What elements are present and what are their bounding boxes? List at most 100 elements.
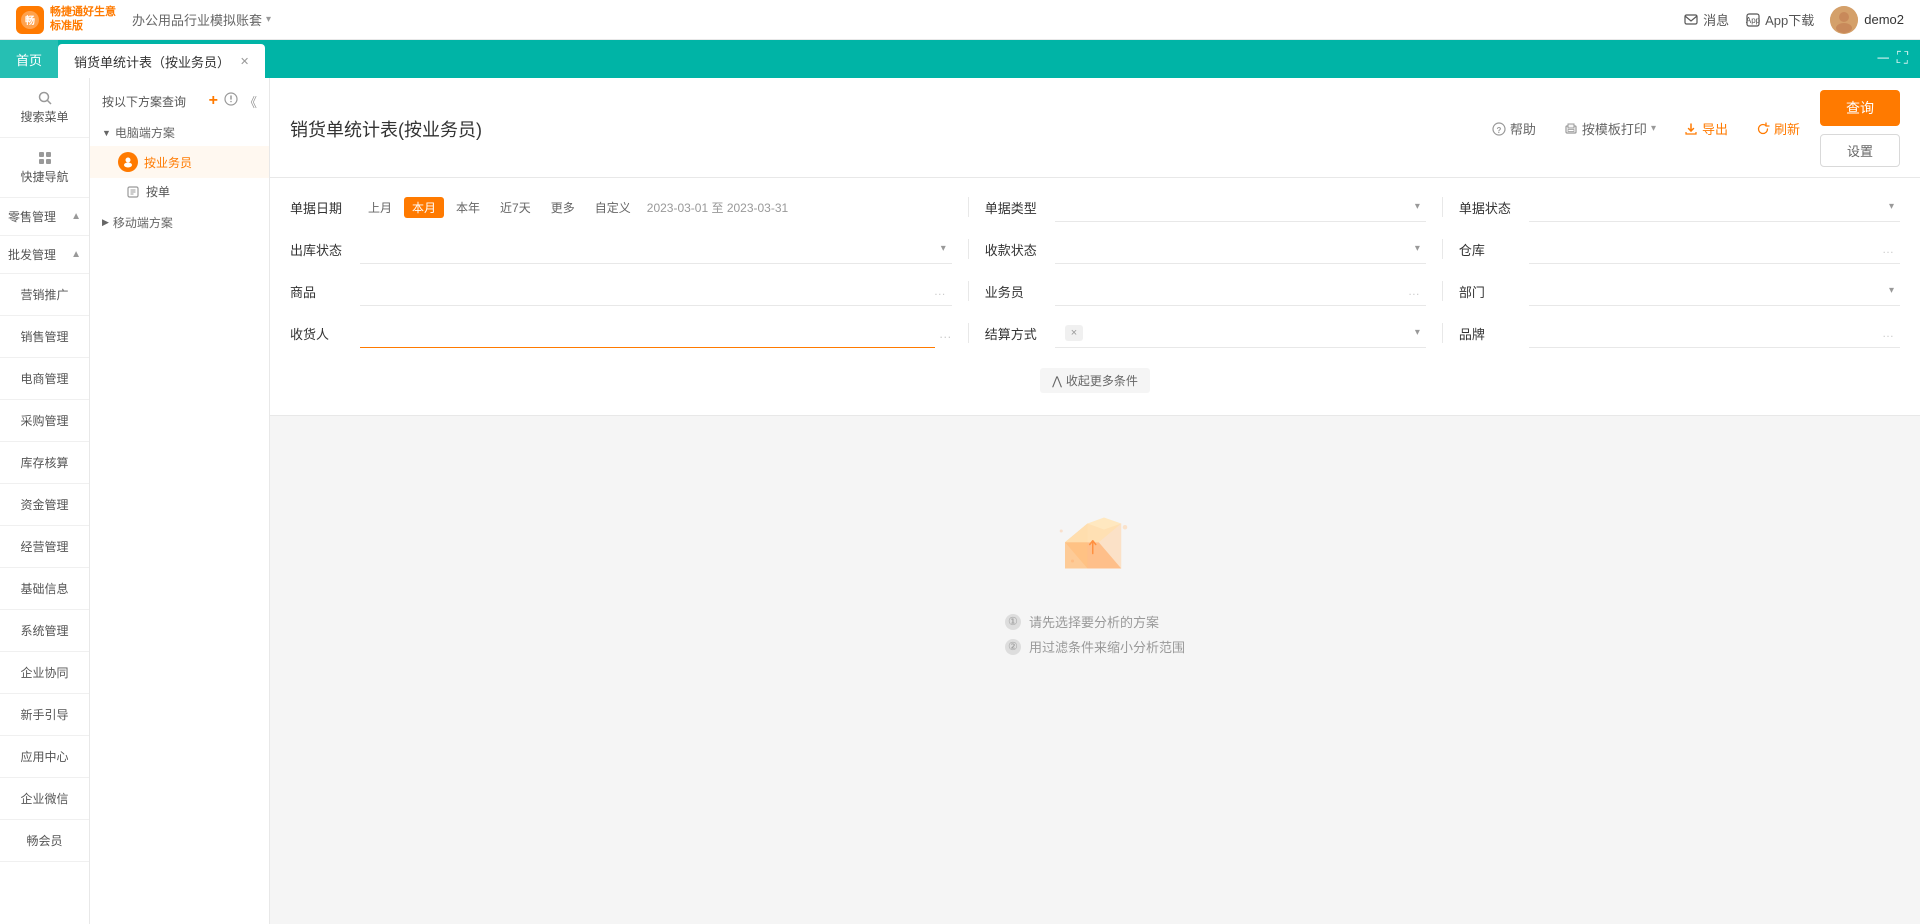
template-print-button[interactable]: 按模板打印 ▾ (1556, 115, 1664, 142)
product-filter-field: 商品 … (290, 276, 952, 306)
sidebar-item-purchase[interactable]: 采购管理 (0, 400, 89, 442)
sidebar-item-ecommerce[interactable]: 电商管理 (0, 358, 89, 400)
outbound-arrow: ▾ (941, 243, 946, 254)
date-tab-last-month[interactable]: 上月 (360, 197, 400, 218)
sidebar-item-wechat[interactable]: 企业微信 (0, 778, 89, 820)
left-panel-actions: + 《 (209, 92, 257, 111)
sidebar-item-operation[interactable]: 经营管理 (0, 526, 89, 568)
outbound-select[interactable]: ▾ (360, 234, 952, 264)
tab-sales-stat[interactable]: 销货单统计表（按业务员） ✕ (58, 44, 265, 78)
doc-type-label: 单据类型 (985, 198, 1055, 217)
product-more-icon[interactable]: … (934, 284, 946, 298)
date-tab-custom[interactable]: 自定义 (587, 197, 639, 218)
sidebar-item-sales[interactable]: 销售管理 (0, 316, 89, 358)
scheme-sub-item-by-order[interactable]: 按单 (90, 178, 269, 205)
download-icon: App (1745, 12, 1761, 28)
date-tabs: 上月 本月 本年 近7天 更多 自定义 (360, 197, 639, 218)
sidebar-item-inventory[interactable]: 库存核算 (0, 442, 89, 484)
tab-expand-button[interactable]: ⛶ (1897, 50, 1908, 68)
template-print-dropdown-arrow[interactable]: ▾ (1651, 123, 1656, 134)
brand-select[interactable]: … (1529, 318, 1900, 348)
empty-state: ① 请先选择要分析的方案 ② 用过滤条件来缩小分析范围 (270, 416, 1920, 742)
outbound-label: 出库状态 (290, 240, 360, 259)
user-menu[interactable]: demo2 (1830, 6, 1904, 34)
tab-bar: 首页 销货单统计表（按业务员） ✕ ─ ⛶ (0, 40, 1920, 78)
settlement-filter-field: 结算方式 × ▾ (985, 318, 1426, 348)
shortcut-icon (37, 150, 53, 166)
filter-divider-3 (968, 239, 969, 259)
help-button[interactable]: ? 帮助 (1484, 115, 1544, 142)
date-tab-last-7-days[interactable]: 近7天 (492, 197, 539, 218)
order-icon (126, 185, 140, 199)
sidebar-wholesale-arrow: ▲ (71, 249, 81, 260)
warehouse-more-icon[interactable]: … (1882, 242, 1894, 256)
sidebar-item-shortcut[interactable]: 快捷导航 (0, 138, 89, 198)
filter-divider-4 (1442, 239, 1443, 259)
brand-logo: 畅 畅捷通好生意 标准版 (16, 6, 116, 34)
salesperson-more-icon[interactable]: … (1408, 284, 1420, 298)
query-button[interactable]: 查询 (1820, 90, 1900, 126)
search-icon (37, 90, 53, 106)
warehouse-label: 仓库 (1459, 240, 1529, 259)
date-label: 单据日期 (290, 198, 360, 217)
payment-select[interactable]: ▾ (1055, 234, 1426, 264)
sidebar-item-retail[interactable]: 零售管理 ▲ (0, 198, 89, 236)
tab-close-icon[interactable]: ✕ (240, 55, 249, 68)
product-select[interactable]: … (360, 276, 952, 306)
payment-label: 收款状态 (985, 240, 1055, 259)
date-tab-this-year[interactable]: 本年 (448, 197, 488, 218)
app-download-button[interactable]: App App下载 (1745, 10, 1814, 29)
filter-row-3: 商品 … 业务员 … (290, 276, 1900, 306)
app-title-chevron[interactable]: ▾ (266, 14, 271, 25)
sidebar-item-wholesale[interactable]: 批发管理 ▲ (0, 236, 89, 274)
empty-text: ① 请先选择要分析的方案 ② 用过滤条件来缩小分析范围 (1005, 612, 1185, 662)
doc-status-select[interactable]: ▾ (1529, 192, 1900, 222)
tab-minimize-button[interactable]: ─ (1877, 50, 1888, 68)
sidebar-item-appcenter[interactable]: 应用中心 (0, 736, 89, 778)
sidebar-item-search[interactable]: 搜索菜单 (0, 78, 89, 138)
payment-arrow: ▾ (1415, 243, 1420, 254)
edit-scheme-button[interactable] (224, 92, 238, 111)
sidebar-item-newuser[interactable]: 新手引导 (0, 694, 89, 736)
scheme-item-by-salesperson[interactable]: 按业务员 (90, 146, 269, 178)
warehouse-select[interactable]: … (1529, 234, 1900, 264)
message-button[interactable]: 消息 (1683, 10, 1729, 29)
filter-divider-2 (1442, 197, 1443, 217)
left-panel-header: 按以下方案查询 + 《 (90, 86, 269, 117)
consignee-input[interactable] (360, 318, 935, 348)
collapse-button[interactable]: ⋀ 收起更多条件 (1040, 368, 1150, 393)
department-select[interactable]: ▾ (1529, 276, 1900, 306)
salesperson-select[interactable]: … (1055, 276, 1426, 306)
doc-type-filter-field: 单据类型 ▾ (985, 192, 1426, 222)
date-tab-this-month[interactable]: 本月 (404, 197, 444, 218)
refresh-button[interactable]: 刷新 (1748, 115, 1808, 142)
page-actions: ? 帮助 按模板打印 ▾ (1484, 90, 1900, 167)
filter-divider-1 (968, 197, 969, 217)
filter-divider-7 (968, 323, 969, 343)
sidebar-item-member[interactable]: 畅会员 (0, 820, 89, 862)
page-header: 销货单统计表(按业务员) ? 帮助 (270, 78, 1920, 178)
settlement-tag-remove[interactable]: × (1071, 327, 1077, 339)
date-tab-more[interactable]: 更多 (543, 197, 583, 218)
sidebar-item-enterprise[interactable]: 企业协同 (0, 652, 89, 694)
collapse-icon: ⋀ (1052, 374, 1062, 388)
collapse-panel-button[interactable]: 《 (244, 92, 257, 111)
settings-button[interactable]: 设置 (1820, 134, 1900, 167)
svg-text:畅: 畅 (25, 14, 35, 27)
consignee-more-icon[interactable]: … (939, 326, 952, 341)
brand-more-icon[interactable]: … (1882, 326, 1894, 340)
filter-divider-8 (1442, 323, 1443, 343)
settlement-select[interactable]: × ▾ (1055, 318, 1426, 348)
sidebar-item-finance[interactable]: 资金管理 (0, 484, 89, 526)
add-scheme-button[interactable]: + (209, 92, 218, 111)
product-label: 商品 (290, 282, 360, 301)
header-right: 消息 App App下载 demo2 (1683, 6, 1904, 34)
sidebar-item-marketing[interactable]: 营销推广 (0, 274, 89, 316)
export-button[interactable]: 导出 (1676, 115, 1736, 142)
doc-type-select[interactable]: ▾ (1055, 192, 1426, 222)
scheme-group-desktop-title[interactable]: ▼ 电脑端方案 (90, 119, 269, 146)
sidebar-item-basic[interactable]: 基础信息 (0, 568, 89, 610)
sidebar-item-system[interactable]: 系统管理 (0, 610, 89, 652)
tab-home[interactable]: 首页 (0, 40, 58, 78)
scheme-group-mobile-title[interactable]: ▶ 移动端方案 (90, 209, 269, 236)
